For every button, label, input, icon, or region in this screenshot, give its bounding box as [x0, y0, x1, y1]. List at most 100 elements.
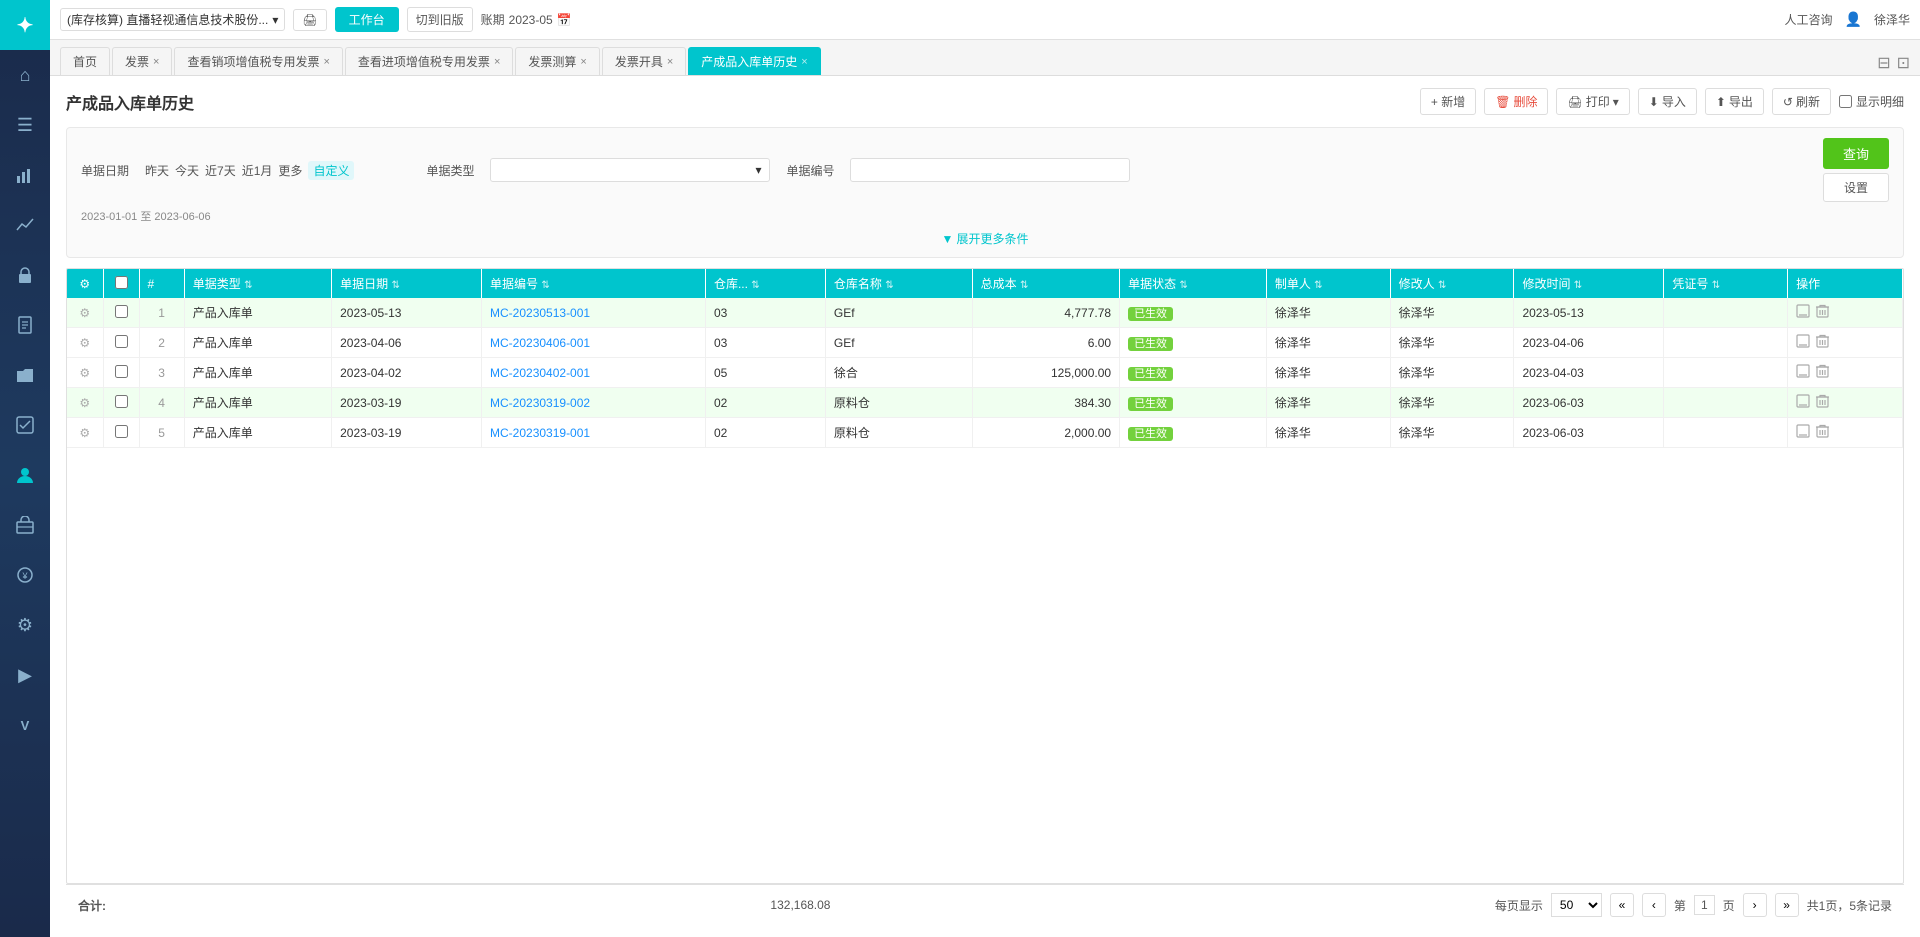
add-btn[interactable]: + 新增 — [1420, 88, 1476, 115]
delete-btn[interactable]: 🗑 删除 — [1484, 88, 1548, 115]
sidebar-item-task[interactable] — [0, 400, 50, 450]
tab-check-sales-vat[interactable]: 查看销项增值税专用发票 × — [174, 47, 342, 75]
last-page-btn[interactable]: » — [1775, 893, 1799, 917]
edit-icon[interactable] — [1796, 424, 1810, 441]
th-number[interactable]: 单据编号 ⇅ — [482, 269, 706, 298]
tab-product-inbound[interactable]: 产成品入库单历史 × — [688, 47, 820, 75]
tab-invoice[interactable]: 发票 × — [112, 47, 172, 75]
th-creator[interactable]: 制单人 ⇅ — [1266, 269, 1390, 298]
cell-checkbox[interactable] — [103, 388, 139, 418]
date-shortcut-custom[interactable]: 自定义 — [308, 161, 354, 180]
sidebar-item-user[interactable] — [0, 450, 50, 500]
import-btn[interactable]: ⬇ 导入 — [1638, 88, 1697, 115]
set-btn[interactable]: 设置 — [1823, 173, 1889, 202]
switch-version-btn[interactable]: 切到旧版 — [407, 7, 473, 32]
row-number-link[interactable]: MC-20230319-001 — [490, 426, 590, 440]
th-voucher[interactable]: 凭证号 ⇅ — [1664, 269, 1788, 298]
th-modifier[interactable]: 修改人 ⇅ — [1390, 269, 1514, 298]
th-checkbox[interactable] — [103, 269, 139, 298]
row-number-link[interactable]: MC-20230513-001 — [490, 306, 590, 320]
show-detail-checkbox[interactable] — [1839, 95, 1852, 108]
tab-invoice-close[interactable]: × — [153, 56, 159, 68]
edit-icon[interactable] — [1796, 304, 1810, 321]
row-checkbox[interactable] — [115, 425, 128, 438]
cell-checkbox[interactable] — [103, 298, 139, 328]
tab-invoice-open[interactable]: 发票开具 × — [602, 47, 686, 75]
cell-checkbox[interactable] — [103, 328, 139, 358]
cell-number[interactable]: MC-20230402-001 — [482, 358, 706, 388]
tab-check-sales-close[interactable]: × — [323, 56, 329, 68]
cell-settings[interactable]: ⚙ — [67, 358, 103, 388]
delete-row-icon[interactable] — [1816, 334, 1829, 351]
date-shortcut-7days[interactable]: 近7天 — [205, 162, 236, 179]
select-all-checkbox[interactable] — [115, 276, 128, 289]
per-page-select[interactable]: 50 100 200 — [1551, 893, 1602, 917]
company-selector[interactable]: (库存核算) 直播轻视通信息技术股份... ▾ — [60, 8, 285, 31]
date-shortcut-yesterday[interactable]: 昨天 — [145, 162, 169, 179]
print-btn[interactable]: 🖨 — [293, 9, 326, 31]
tab-home[interactable]: 首页 — [60, 47, 110, 75]
sidebar-item-trend[interactable] — [0, 200, 50, 250]
delete-row-icon[interactable] — [1816, 394, 1829, 411]
sidebar-item-chart[interactable] — [0, 150, 50, 200]
sidebar-item-money[interactable]: ¥ — [0, 550, 50, 600]
cell-checkbox[interactable] — [103, 358, 139, 388]
row-checkbox[interactable] — [115, 365, 128, 378]
tab-invoice-calc[interactable]: 发票测算 × — [515, 47, 599, 75]
th-modify-time[interactable]: 修改时间 ⇅ — [1514, 269, 1664, 298]
sidebar-item-home[interactable]: ⌂ — [0, 50, 50, 100]
print-btn[interactable]: 🖨 打印 ▾ — [1556, 88, 1629, 115]
show-detail-toggle[interactable]: 显示明细 — [1839, 93, 1904, 110]
th-total-cost[interactable]: 总成本 ⇅ — [972, 269, 1119, 298]
tab-maximize-btn[interactable]: ⊡ — [1897, 53, 1910, 73]
export-btn[interactable]: ⬆ 导出 — [1705, 88, 1764, 115]
cell-number[interactable]: MC-20230319-002 — [482, 388, 706, 418]
type-filter-select[interactable]: ▾ — [490, 158, 770, 182]
delete-row-icon[interactable] — [1816, 304, 1829, 321]
row-checkbox[interactable] — [115, 335, 128, 348]
cell-settings[interactable]: ⚙ — [67, 388, 103, 418]
tab-invoice-calc-close[interactable]: × — [580, 56, 586, 68]
first-page-btn[interactable]: « — [1610, 893, 1634, 917]
th-type[interactable]: 单据类型 ⇅ — [184, 269, 331, 298]
tab-check-input-close[interactable]: × — [494, 56, 500, 68]
tab-product-inbound-close[interactable]: × — [801, 56, 807, 68]
cell-number[interactable]: MC-20230319-001 — [482, 418, 706, 448]
sidebar-item-video[interactable]: ▶ — [0, 650, 50, 700]
edit-icon[interactable] — [1796, 334, 1810, 351]
date-shortcut-today[interactable]: 今天 — [175, 162, 199, 179]
delete-row-icon[interactable] — [1816, 424, 1829, 441]
date-shortcut-more[interactable]: 更多 — [278, 162, 302, 179]
cell-checkbox[interactable] — [103, 418, 139, 448]
workbench-btn[interactable]: 工作台 — [335, 7, 399, 32]
delete-row-icon[interactable] — [1816, 364, 1829, 381]
row-number-link[interactable]: MC-20230406-001 — [490, 336, 590, 350]
row-checkbox[interactable] — [115, 395, 128, 408]
help-btn[interactable]: 人工咨询 — [1785, 11, 1833, 28]
query-btn[interactable]: 查询 — [1823, 138, 1889, 169]
number-filter-input[interactable] — [850, 158, 1130, 182]
th-warehouse-name[interactable]: 仓库名称 ⇅ — [825, 269, 972, 298]
calendar-icon[interactable]: 📅 — [557, 13, 572, 27]
cell-settings[interactable]: ⚙ — [67, 418, 103, 448]
sidebar-item-box[interactable] — [0, 500, 50, 550]
cell-settings[interactable]: ⚙ — [67, 328, 103, 358]
sidebar-item-settings[interactable]: ⚙ — [0, 600, 50, 650]
expand-filter-btn[interactable]: ▼ 展开更多条件 — [942, 230, 1029, 247]
date-shortcut-1month[interactable]: 近1月 — [242, 162, 273, 179]
edit-icon[interactable] — [1796, 394, 1810, 411]
cell-number[interactable]: MC-20230513-001 — [482, 298, 706, 328]
th-status[interactable]: 单据状态 ⇅ — [1120, 269, 1267, 298]
row-checkbox[interactable] — [115, 305, 128, 318]
cell-settings[interactable]: ⚙ — [67, 298, 103, 328]
sidebar-item-doc[interactable] — [0, 300, 50, 350]
tab-check-input-vat[interactable]: 查看进项增值税专用发票 × — [345, 47, 513, 75]
next-page-btn[interactable]: › — [1743, 893, 1767, 917]
sidebar-item-version[interactable]: V — [0, 700, 50, 750]
th-date[interactable]: 单据日期 ⇅ — [332, 269, 482, 298]
refresh-btn[interactable]: ↺ 刷新 — [1772, 88, 1831, 115]
th-settings[interactable]: ⚙ — [67, 269, 103, 298]
edit-icon[interactable] — [1796, 364, 1810, 381]
prev-page-btn[interactable]: ‹ — [1642, 893, 1666, 917]
sidebar-item-lock[interactable] — [0, 250, 50, 300]
